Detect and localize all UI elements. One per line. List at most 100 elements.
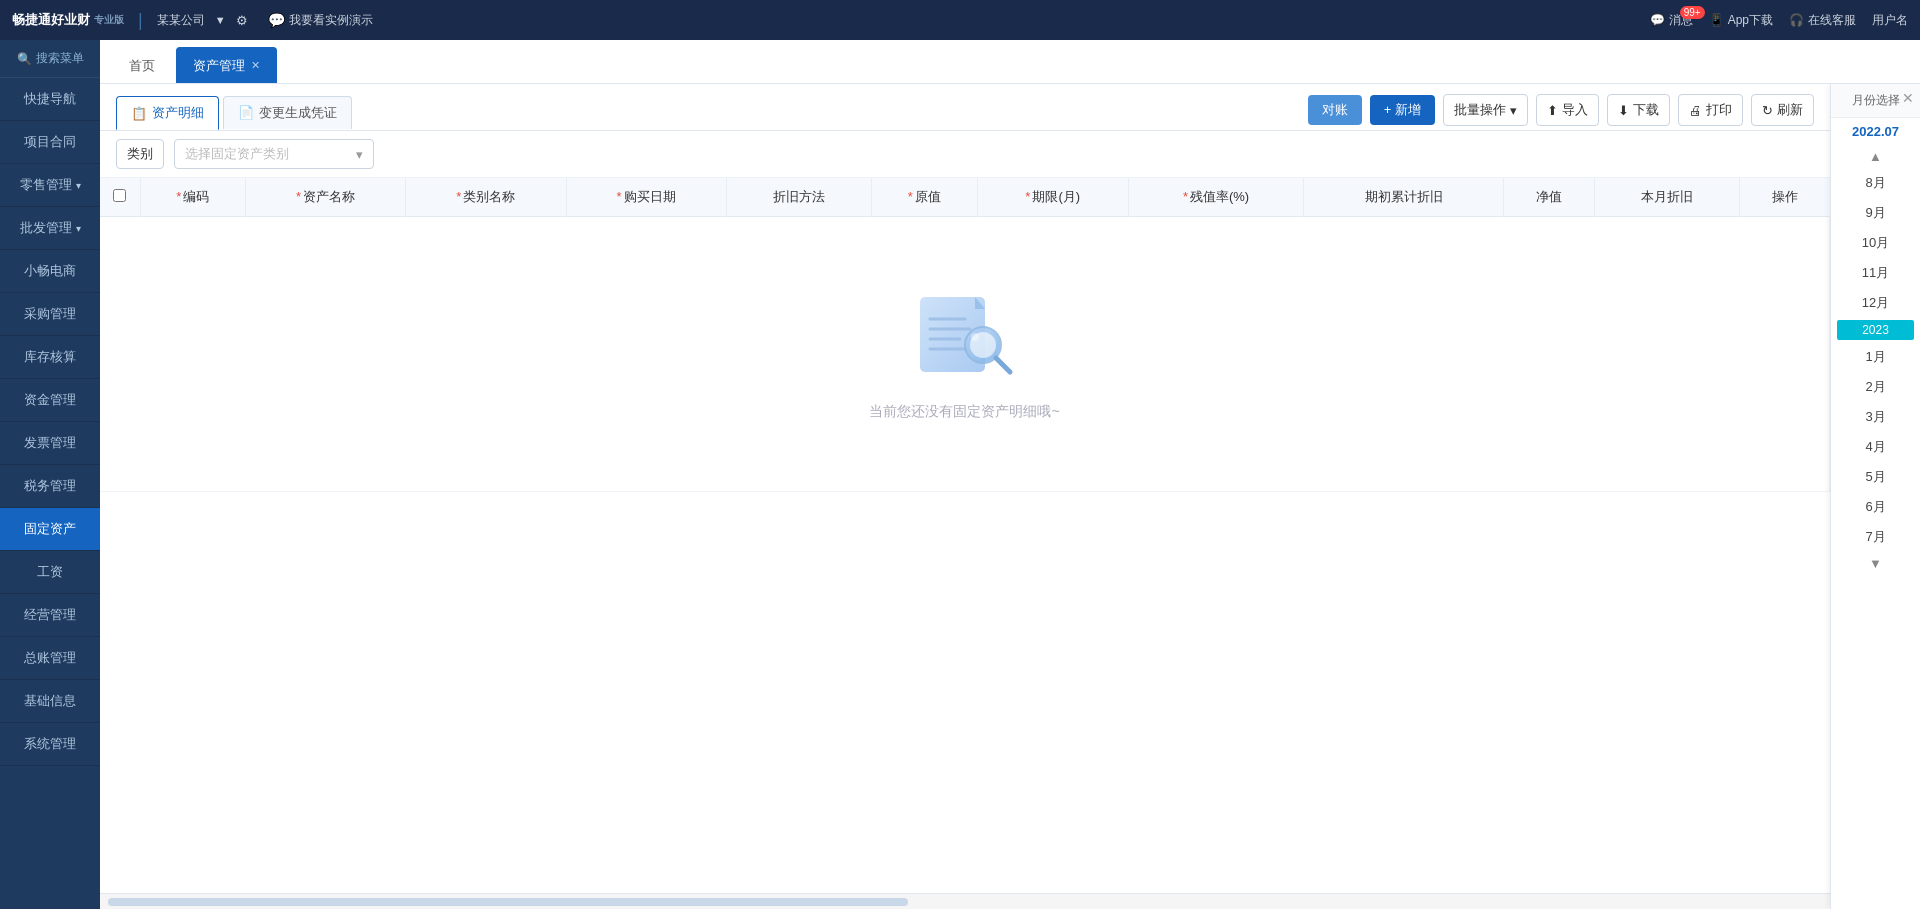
month-down-button[interactable]: ▼ — [1831, 552, 1920, 575]
voucher-icon: 📄 — [238, 105, 254, 120]
asset-page: 📋 资产明细 📄 变更生成凭证 对账 + 新增 批量操作 ▾ — [100, 84, 1830, 909]
refresh-icon: ↻ — [1762, 103, 1773, 118]
sidebar-item-finance[interactable]: 资金管理 — [0, 379, 100, 422]
message-badge: 99+ — [1680, 6, 1705, 19]
horizontal-scrollbar[interactable] — [100, 893, 1830, 909]
sidebar-item-tax[interactable]: 税务管理 — [0, 465, 100, 508]
topbar-right: 💬 消息 99+ 📱 App下载 🎧 在线客服 用户名 — [1650, 12, 1908, 29]
svg-line-7 — [996, 358, 1010, 372]
table-area: *编码 *资产名称 *类别名称 *购买日期 折旧方法 *原值 *期限(月) *残… — [100, 178, 1830, 893]
month-item-12[interactable]: 12月 — [1831, 288, 1920, 318]
message-icon: 💬 — [1650, 13, 1665, 27]
settings-icon[interactable]: ⚙ — [236, 13, 248, 28]
company-dropdown-icon[interactable]: ▼ — [215, 14, 226, 26]
sidebar-item-ledger[interactable]: 总账管理 — [0, 637, 100, 680]
download-button[interactable]: ⬇ 下载 — [1607, 94, 1670, 126]
add-button[interactable]: + 新增 — [1370, 95, 1435, 125]
month-picker-year[interactable]: 2022.07 — [1831, 118, 1920, 145]
month-item-2[interactable]: 2月 — [1831, 372, 1920, 402]
col-depreciation-method: 折旧方法 — [726, 178, 871, 217]
month-picker-panel: ✕ 月份选择 2022.07 ▲ 8月 9月 10月 11月 12月 2023 … — [1830, 84, 1920, 909]
message-button[interactable]: 💬 消息 99+ — [1650, 12, 1693, 29]
sidebar-item-quick-nav[interactable]: 快捷导航 — [0, 78, 100, 121]
month-picker-close-icon[interactable]: ✕ — [1902, 90, 1914, 106]
sidebar-item-operations[interactable]: 经营管理 — [0, 594, 100, 637]
batch-button[interactable]: 批量操作 ▾ — [1443, 94, 1528, 126]
sidebar: 🔍 搜索菜单 快捷导航 项目合同 零售管理 ▾ 批发管理 ▾ 小畅电商 采购管理… — [0, 40, 100, 909]
month-item-3[interactable]: 3月 — [1831, 402, 1920, 432]
col-monthly-depreciation: 本月折旧 — [1595, 178, 1740, 217]
col-purchase-date: *购买日期 — [566, 178, 726, 217]
month-item-10[interactable]: 10月 — [1831, 228, 1920, 258]
topbar: 畅捷通好业财 专业版 | 某某公司 ▼ ⚙ 💬 我要看实例演示 💬 消息 99+… — [0, 0, 1920, 40]
scroll-thumb[interactable] — [108, 898, 908, 906]
sub-tab-voucher[interactable]: 📄 变更生成凭证 — [223, 96, 352, 129]
page-content: 📋 资产明细 📄 变更生成凭证 对账 + 新增 批量操作 ▾ — [100, 84, 1920, 909]
app-icon: 📱 — [1709, 13, 1724, 27]
sidebar-item-wholesale[interactable]: 批发管理 ▾ — [0, 207, 100, 250]
col-original-value: *原值 — [872, 178, 977, 217]
month-item-7[interactable]: 7月 — [1831, 522, 1920, 552]
app-download-button[interactable]: 📱 App下载 — [1709, 12, 1773, 29]
search-icon: 🔍 — [17, 52, 32, 66]
sidebar-item-inventory[interactable]: 库存核算 — [0, 336, 100, 379]
month-item-5[interactable]: 5月 — [1831, 462, 1920, 492]
col-accumulated-depreciation: 期初累计折旧 — [1304, 178, 1504, 217]
tab-asset[interactable]: 资产管理 ✕ — [176, 47, 277, 83]
col-residual-rate: *残值率(%) — [1128, 178, 1303, 217]
import-button[interactable]: ⬆ 导入 — [1536, 94, 1599, 126]
detail-icon: 📋 — [131, 106, 147, 121]
reconcile-button[interactable]: 对账 — [1308, 95, 1362, 125]
tab-close-icon[interactable]: ✕ — [251, 59, 260, 72]
sidebar-item-system[interactable]: 系统管理 — [0, 723, 100, 766]
company-name: 某某公司 — [157, 12, 205, 29]
user-name[interactable]: 用户名 — [1872, 12, 1908, 29]
month-item-6[interactable]: 6月 — [1831, 492, 1920, 522]
empty-illustration — [905, 287, 1025, 387]
content-area: 首页 资产管理 ✕ 📋 资产明细 📄 变更生成凭证 — [100, 40, 1920, 909]
month-up-button[interactable]: ▲ — [1831, 145, 1920, 168]
category-input[interactable]: 选择固定资产类别 ▾ — [174, 139, 374, 169]
sub-tab-detail[interactable]: 📋 资产明细 — [116, 96, 219, 130]
month-item-11[interactable]: 11月 — [1831, 258, 1920, 288]
service-button[interactable]: 🎧 在线客服 — [1789, 12, 1856, 29]
table-header-row: *编码 *资产名称 *类别名称 *购买日期 折旧方法 *原值 *期限(月) *残… — [100, 178, 1830, 217]
col-name: *资产名称 — [245, 178, 405, 217]
month-item-4[interactable]: 4月 — [1831, 432, 1920, 462]
print-button[interactable]: 🖨 打印 — [1678, 94, 1743, 126]
select-all-checkbox[interactable] — [113, 189, 126, 202]
sidebar-item-ecommerce[interactable]: 小畅电商 — [0, 250, 100, 293]
month-item-1[interactable]: 1月 — [1831, 342, 1920, 372]
year-2023-badge: 2023 — [1837, 320, 1914, 340]
month-item-9[interactable]: 9月 — [1831, 198, 1920, 228]
import-icon: ⬆ — [1547, 103, 1558, 118]
search-menu-item[interactable]: 🔍 搜索菜单 — [0, 40, 100, 78]
sidebar-item-project[interactable]: 项目合同 — [0, 121, 100, 164]
retail-arrow-icon: ▾ — [76, 180, 81, 191]
wholesale-arrow-icon: ▾ — [76, 223, 81, 234]
month-item-8[interactable]: 8月 — [1831, 168, 1920, 198]
sidebar-item-basic[interactable]: 基础信息 — [0, 680, 100, 723]
empty-row: 当前您还没有固定资产明细哦~ — [100, 217, 1830, 492]
download-icon: ⬇ — [1618, 103, 1629, 118]
col-category: *类别名称 — [406, 178, 566, 217]
category-filter[interactable]: 类别 — [116, 139, 164, 169]
asset-table: *编码 *资产名称 *类别名称 *购买日期 折旧方法 *原值 *期限(月) *残… — [100, 178, 1830, 492]
col-code: *编码 — [140, 178, 245, 217]
headset-icon: 🎧 — [1789, 13, 1804, 27]
col-net-value: 净值 — [1504, 178, 1595, 217]
sidebar-item-asset[interactable]: 固定资产 — [0, 508, 100, 551]
dropdown-arrow-icon: ▾ — [356, 147, 363, 162]
sidebar-item-payroll[interactable]: 工资 — [0, 551, 100, 594]
print-icon: 🖨 — [1689, 103, 1702, 118]
demo-link[interactable]: 💬 我要看实例演示 — [268, 12, 373, 29]
svg-point-8 — [971, 333, 979, 341]
empty-state: 当前您还没有固定资产明细哦~ — [108, 227, 1821, 481]
refresh-button[interactable]: ↻ 刷新 — [1751, 94, 1814, 126]
filter-bar: 类别 选择固定资产类别 ▾ — [100, 131, 1830, 178]
tab-home[interactable]: 首页 — [112, 47, 172, 83]
sidebar-item-purchase[interactable]: 采购管理 — [0, 293, 100, 336]
sidebar-item-invoice[interactable]: 发票管理 — [0, 422, 100, 465]
sidebar-item-retail[interactable]: 零售管理 ▾ — [0, 164, 100, 207]
col-period: *期限(月) — [977, 178, 1128, 217]
